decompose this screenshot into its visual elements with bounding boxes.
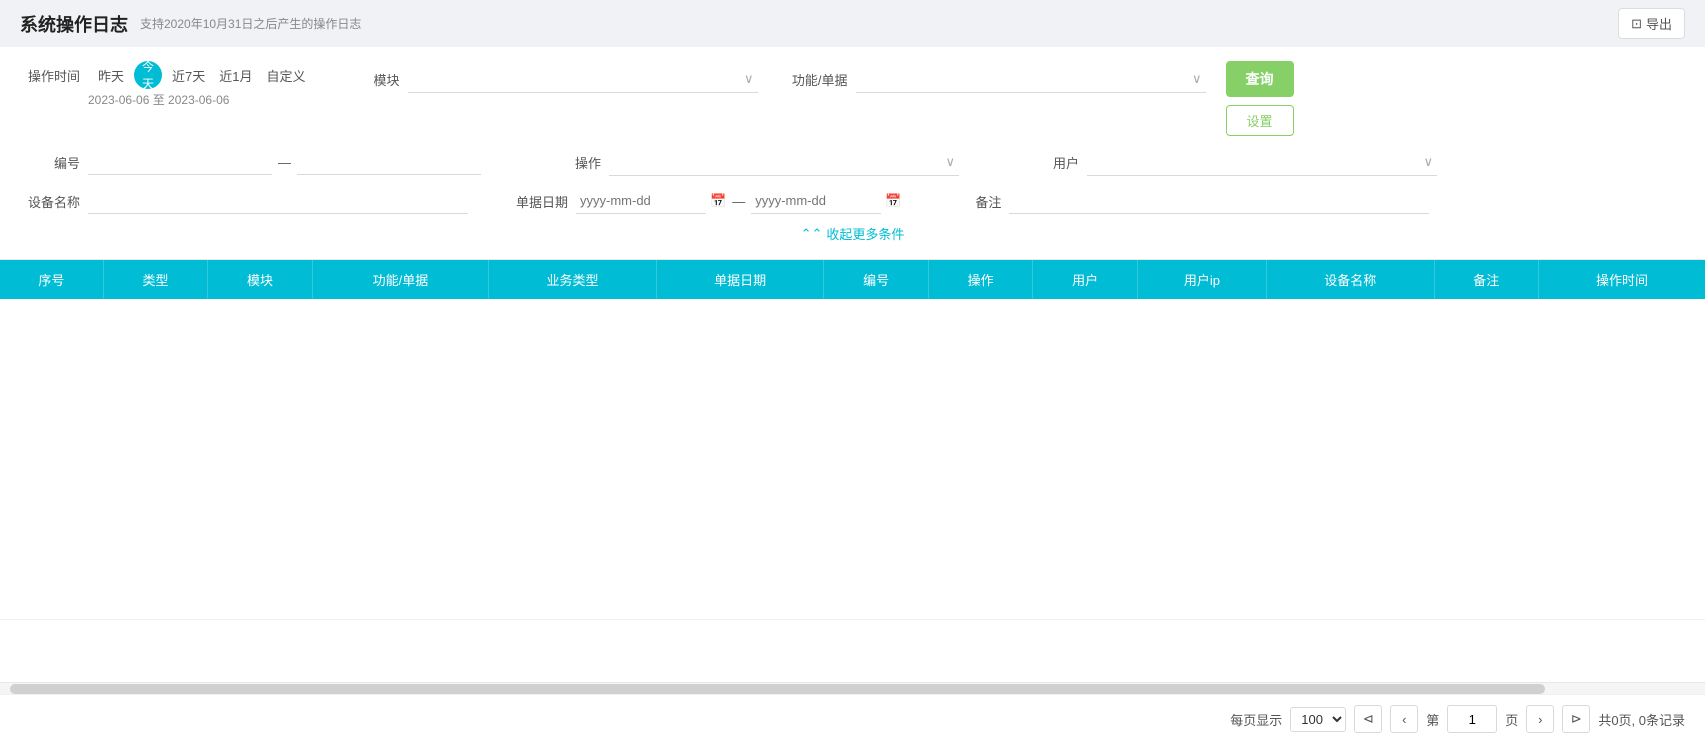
page-wrapper: 系统操作日志 支持2020年10月31日之后产生的操作日志 ⊡ 导出 操作时间 … (0, 0, 1705, 743)
page-title: 系统操作日志 (20, 11, 128, 37)
page-header: 系统操作日志 支持2020年10月31日之后产生的操作日志 ⊡ 导出 (0, 0, 1705, 47)
action-buttons: 查询 设置 (1226, 61, 1294, 136)
doc-date-from[interactable] (576, 188, 706, 214)
empty-cell (0, 299, 1705, 619)
operation-select[interactable]: ∨ (609, 148, 959, 176)
id-input-to[interactable] (297, 149, 481, 175)
date-range-display: 2023-06-06 至 2023-06-06 (88, 93, 229, 107)
doc-date-to[interactable] (751, 188, 881, 214)
page-number-input[interactable] (1447, 705, 1497, 733)
pagination: 每页显示 100 10 20 50 200 ⊲ ‹ 第 页 › ⊳ 共0页, 0… (0, 694, 1705, 743)
time-btn-7days[interactable]: 近7天 (168, 64, 209, 87)
id-dash: — (278, 155, 291, 170)
data-table: 序号 类型 模块 功能/单据 业务类型 单据日期 编号 操作 用户 用户ip 设… (0, 260, 1705, 620)
time-label: 操作时间 (20, 66, 80, 85)
module-chevron-icon: ∨ (744, 71, 754, 87)
time-btn-today[interactable]: 今天 (134, 61, 162, 89)
collapse-icon: ⌃⌃ (801, 226, 823, 242)
export-button[interactable]: ⊡ 导出 (1618, 8, 1685, 39)
id-label: 编号 (20, 153, 80, 172)
col-user: 用户 (1033, 260, 1137, 299)
col-module: 模块 (208, 260, 312, 299)
col-remark: 备注 (1434, 260, 1538, 299)
operation-chevron-icon: ∨ (945, 154, 955, 170)
function-select[interactable]: ∨ (856, 65, 1206, 93)
export-label: 导出 (1646, 14, 1672, 33)
col-user-ip: 用户ip (1137, 260, 1266, 299)
page-size-label: 每页显示 (1230, 710, 1282, 729)
time-btn-custom[interactable]: 自定义 (262, 64, 309, 87)
device-label: 设备名称 (20, 192, 80, 211)
user-select[interactable]: ∨ (1087, 148, 1437, 176)
id-input-from[interactable] (88, 149, 272, 175)
page-unit-label: 页 (1505, 710, 1518, 729)
table-body (0, 299, 1705, 619)
scrollbar-thumb[interactable] (10, 684, 1545, 694)
table-header-row: 序号 类型 模块 功能/单据 业务类型 单据日期 编号 操作 用户 用户ip 设… (0, 260, 1705, 299)
page-label: 第 (1426, 710, 1439, 729)
module-select[interactable]: ∨ (408, 65, 758, 93)
page-total: 共0页, 0条记录 (1598, 710, 1685, 729)
doc-date-dash: — (732, 194, 745, 209)
nav-first-button[interactable]: ⊲ (1354, 705, 1382, 733)
col-device: 设备名称 (1266, 260, 1434, 299)
collapse-button[interactable]: ⌃⌃ 收起更多条件 (801, 224, 905, 243)
query-button[interactable]: 查询 (1226, 61, 1294, 97)
nav-prev-button[interactable]: ‹ (1390, 705, 1418, 733)
doc-date-label: 单据日期 (508, 192, 568, 211)
device-input[interactable] (88, 188, 468, 214)
nav-last-button[interactable]: ⊳ (1562, 705, 1590, 733)
table-section: 序号 类型 模块 功能/单据 业务类型 单据日期 编号 操作 用户 用户ip 设… (0, 260, 1705, 682)
scrollbar-area[interactable] (0, 682, 1705, 694)
export-icon: ⊡ (1631, 16, 1642, 32)
settings-button[interactable]: 设置 (1226, 105, 1294, 136)
collapse-label: 收起更多条件 (826, 224, 904, 243)
col-type: 类型 (103, 260, 207, 299)
col-id: 编号 (824, 260, 928, 299)
remark-input[interactable] (1009, 188, 1429, 214)
page-size-select[interactable]: 100 10 20 50 200 (1290, 707, 1346, 732)
collapse-row: ⌃⌃ 收起更多条件 (20, 220, 1685, 249)
empty-row (0, 299, 1705, 619)
col-seq: 序号 (0, 260, 103, 299)
remark-label: 备注 (941, 192, 1001, 211)
calendar-to-icon[interactable]: 📅 (885, 193, 901, 209)
user-label: 用户 (1019, 153, 1079, 172)
function-label: 功能/单据 (788, 70, 848, 89)
user-chevron-icon: ∨ (1423, 154, 1433, 170)
page-subtitle: 支持2020年10月31日之后产生的操作日志 (140, 15, 361, 32)
function-chevron-icon: ∨ (1192, 71, 1202, 87)
module-label: 模块 (340, 70, 400, 89)
calendar-from-icon[interactable]: 📅 (710, 193, 726, 209)
operation-label: 操作 (541, 153, 601, 172)
col-doc-date: 单据日期 (656, 260, 824, 299)
col-biz-type: 业务类型 (489, 260, 657, 299)
filter-area: 操作时间 昨天 今天 近7天 近1月 自定义 2023-06-06 至 2023… (0, 47, 1705, 260)
col-operation: 操作 (928, 260, 1032, 299)
nav-next-button[interactable]: › (1526, 705, 1554, 733)
time-btn-1month[interactable]: 近1月 (215, 64, 256, 87)
col-function: 功能/单据 (312, 260, 488, 299)
time-btn-yesterday[interactable]: 昨天 (94, 64, 128, 87)
col-op-time: 操作时间 (1539, 260, 1705, 299)
